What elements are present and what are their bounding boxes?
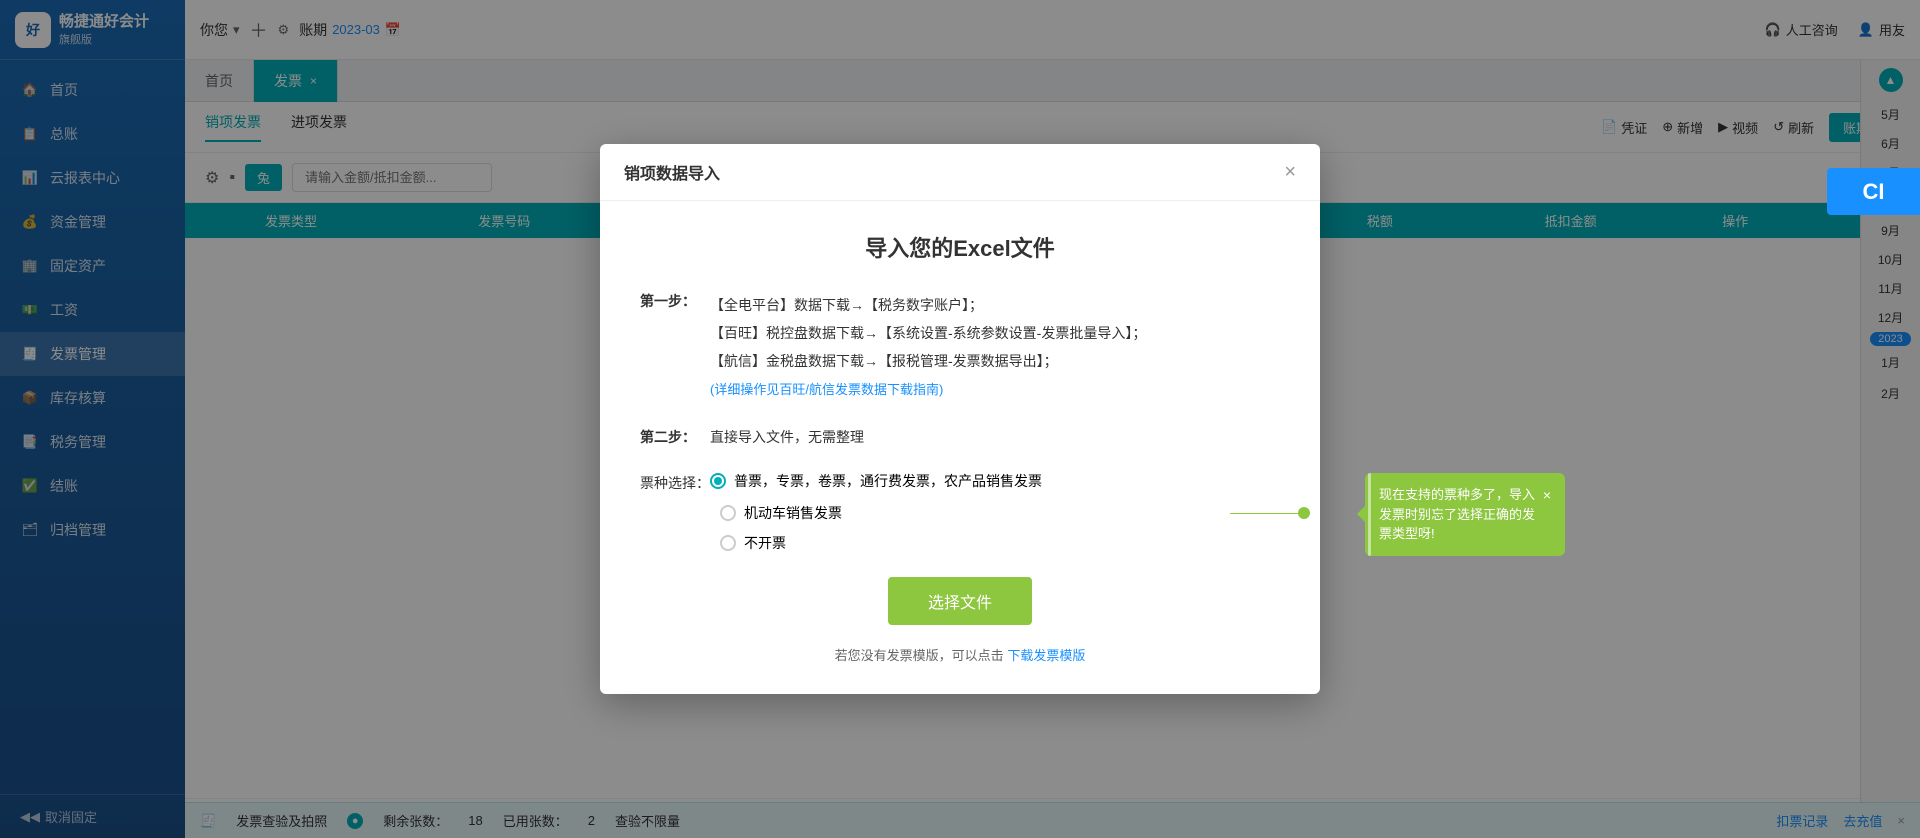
connector-line xyxy=(1230,513,1310,514)
step2-section: 第二步： 直接导入文件，无需整理 xyxy=(640,423,1280,451)
download-template-link[interactable]: 下载发票模版 xyxy=(1007,648,1085,663)
step1-line-1: 【全电平台】数据下载→【税务数字账户】； xyxy=(710,291,1146,319)
tooltip-bar xyxy=(1368,473,1371,556)
step1-line-2: 【百旺】税控盘数据下载→【系统设置-系统参数设置-发票批量导入】； xyxy=(710,319,1146,347)
modal-close-button[interactable]: × xyxy=(1284,161,1296,184)
radio-motor-circle[interactable] xyxy=(720,505,736,521)
ticket-option-motor[interactable]: 机动车销售发票 xyxy=(744,503,842,523)
import-modal: 销项数据导入 × 导入您的Excel文件 第一步： 【全电平台】数据下载→【税务… xyxy=(600,144,1320,694)
modal-overlay: 销项数据导入 × 导入您的Excel文件 第一步： 【全电平台】数据下载→【税务… xyxy=(0,0,1920,838)
radio-normal-dot xyxy=(714,477,722,485)
download-hint-text: 若您没有发票模版，可以点击 xyxy=(835,648,1004,663)
download-hint: 若您没有发票模版，可以点击 下载发票模版 xyxy=(640,645,1280,664)
step1-label: 第一步： xyxy=(640,291,710,311)
ticket-option-normal[interactable]: 普票，专票，卷票，通行费发票，农产品销售发票 xyxy=(734,471,1042,491)
step1-guide-link[interactable]: (详细操作见百旺/航信发票数据下载指南) xyxy=(710,382,943,397)
ticket-label: 票种选择： xyxy=(640,473,710,493)
tooltip-close-button[interactable]: × xyxy=(1543,485,1551,506)
step1-content: 【全电平台】数据下载→【税务数字账户】； 【百旺】税控盘数据下载→【系统设置-系… xyxy=(710,291,1146,403)
modal-body: 导入您的Excel文件 第一步： 【全电平台】数据下载→【税务数字账户】； 【百… xyxy=(600,201,1320,694)
step2-content: 直接导入文件，无需整理 xyxy=(710,423,864,451)
radio-noinvoice-circle[interactable] xyxy=(720,535,736,551)
ticket-section: 票种选择： 普票，专票，卷票，通行费发票，农产品销售发票 机动车销售发票 xyxy=(640,471,1280,553)
modal-main-title: 导入您的Excel文件 xyxy=(640,231,1280,263)
step2-label: 第二步： xyxy=(640,427,710,447)
step1-section: 第一步： 【全电平台】数据下载→【税务数字账户】； 【百旺】税控盘数据下载→【系… xyxy=(640,291,1280,403)
select-file-button[interactable]: 选择文件 xyxy=(888,577,1032,625)
ticket-option-noinvoice[interactable]: 不开票 xyxy=(744,533,786,553)
ci-badge: CI xyxy=(1827,168,1920,215)
tooltip-text: 现在支持的票种多了，导入发票时别忘了选择正确的发票类型呀! xyxy=(1379,487,1535,541)
modal-title: 销项数据导入 xyxy=(624,160,720,184)
radio-normal-circle xyxy=(710,473,726,489)
modal-header: 销项数据导入 × xyxy=(600,144,1320,201)
step1-line-3: 【航信】金税盘数据下载→【报税管理-发票数据导出】； xyxy=(710,347,1146,375)
tooltip-bubble: × 现在支持的票种多了，导入发票时别忘了选择正确的发票类型呀! xyxy=(1365,473,1565,556)
